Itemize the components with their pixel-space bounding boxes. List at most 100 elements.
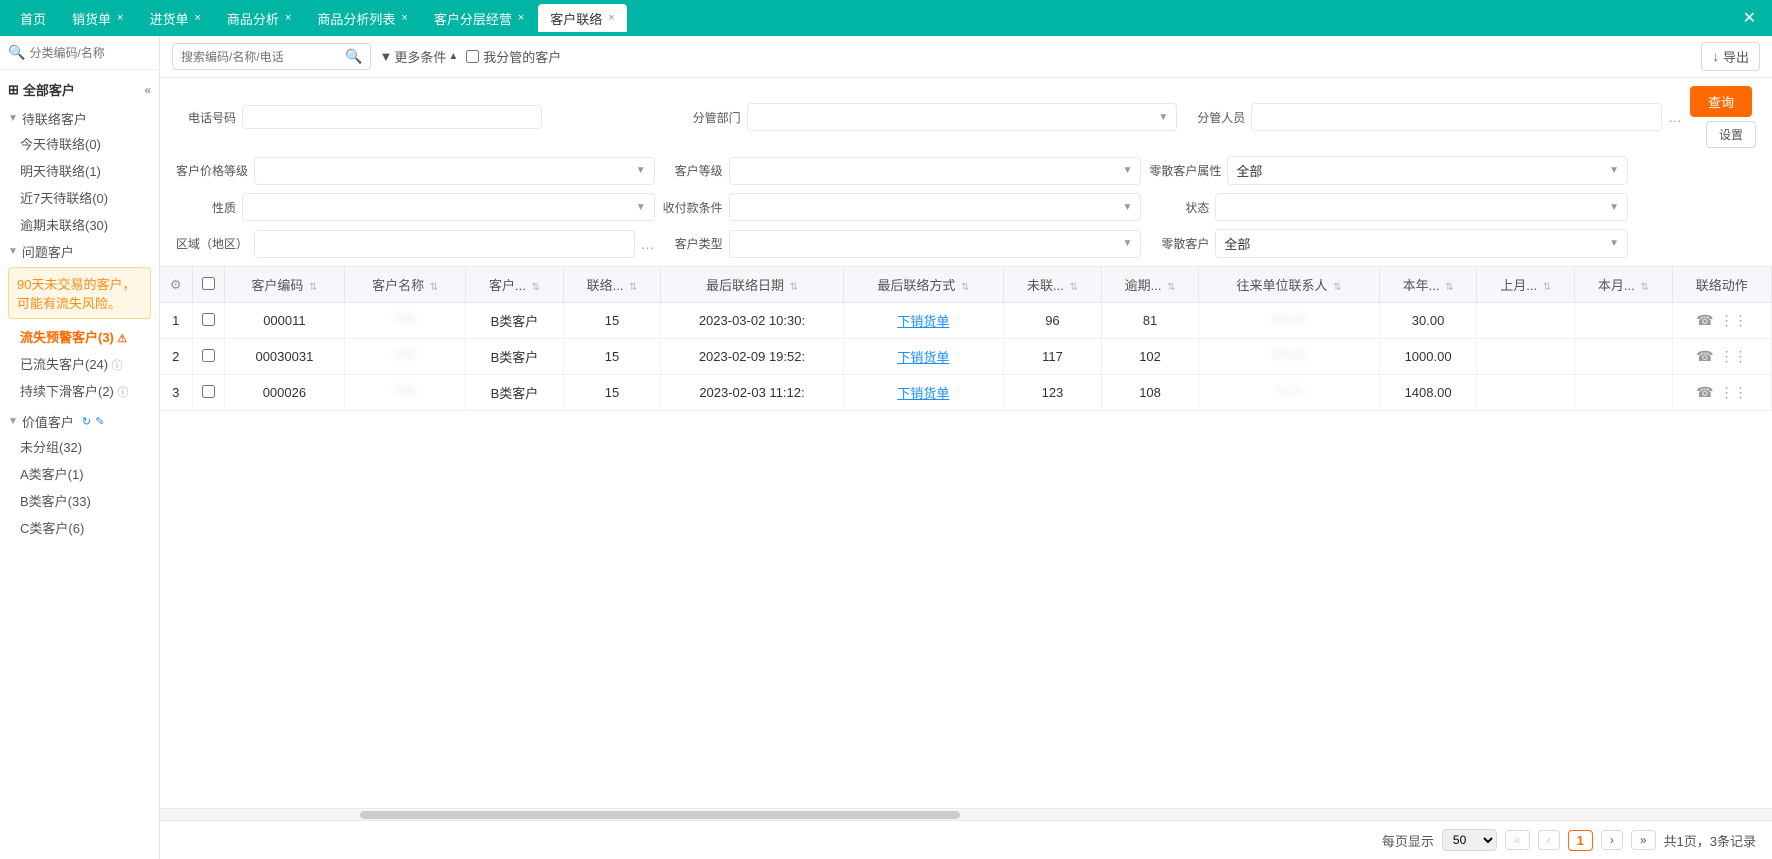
close-icon[interactable]: × — [194, 12, 200, 24]
sidebar-group-value[interactable]: ▼ 价值客户 ↻ ✎ — [0, 408, 159, 433]
sidebar-item-class-a[interactable]: A类客户(1) — [0, 460, 159, 487]
more-conditions-button[interactable]: ▼ 更多条件 ▲ — [379, 47, 458, 66]
row-last-method[interactable]: 下销货单 — [843, 339, 1004, 375]
refresh-icon[interactable]: ↻ — [82, 415, 91, 428]
sidebar-all-customers[interactable]: ⊞ 全部客户 « — [0, 74, 159, 105]
status-select[interactable]: ▼ — [1215, 193, 1628, 221]
next-page-button[interactable]: › — [1601, 830, 1623, 850]
payment-select[interactable]: ▼ — [729, 193, 1142, 221]
row-checkbox[interactable] — [192, 339, 224, 375]
first-page-button[interactable]: « — [1505, 830, 1530, 850]
tab-sales[interactable]: 销货单 × — [60, 4, 135, 32]
export-button[interactable]: ↓ 导出 — [1701, 42, 1760, 71]
sort-icon[interactable]: ⇅ — [1445, 282, 1453, 293]
contact-icon[interactable]: ☎ — [1696, 312, 1713, 329]
row-checkbox[interactable] — [192, 303, 224, 339]
sidebar-item-7days-pending[interactable]: 近7天待联络(0) — [0, 184, 159, 211]
close-icon[interactable]: × — [117, 12, 123, 24]
close-icon[interactable]: × — [608, 12, 614, 24]
sort-icon[interactable]: ⇅ — [1069, 282, 1077, 293]
collapse-all-icon[interactable]: « — [144, 83, 151, 97]
customer-type-select[interactable]: ▼ — [729, 230, 1142, 258]
risk-tooltip: 90天未交易的客户，可能有流失风险。 — [8, 267, 151, 319]
zero-retail-attr-select[interactable]: 全部▼ — [1227, 156, 1628, 185]
sidebar-group-pending[interactable]: ▼ 待联络客户 — [0, 105, 159, 130]
row-last-method[interactable]: 下销货单 — [843, 375, 1004, 411]
more-actions-icon[interactable]: ⋮⋮ — [1720, 348, 1748, 365]
sort-icon[interactable]: ⇅ — [790, 282, 798, 293]
last-page-button[interactable]: » — [1631, 830, 1656, 850]
sidebar-item-churned[interactable]: 已流失客户(24) ⓘ — [0, 350, 159, 377]
search-icon[interactable]: 🔍 — [345, 48, 362, 65]
sort-icon[interactable]: ⇅ — [1333, 282, 1341, 293]
manager-select[interactable] — [1251, 103, 1662, 131]
nature-label: 性质 — [176, 199, 236, 216]
sidebar-item-declining[interactable]: 持续下滑客户(2) ⓘ — [0, 377, 159, 404]
sidebar-item-ungroup[interactable]: 未分组(32) — [0, 433, 159, 460]
close-icon[interactable]: × — [518, 12, 524, 24]
dept-select[interactable]: ▼ — [747, 103, 1178, 131]
tab-customer-contact[interactable]: 客户联络 × — [538, 4, 626, 32]
payment-field: 收付款条件 ▼ — [663, 193, 1142, 221]
last-method-col-header: 最后联络方式 ⇅ — [843, 267, 1004, 303]
row-code: 000026 — [224, 375, 345, 411]
more-icon[interactable]: … — [641, 236, 655, 252]
tab-home[interactable]: 首页 — [8, 4, 58, 32]
sidebar-search-input[interactable] — [29, 46, 160, 60]
name-col-header: 客户名称 ⇅ — [345, 267, 466, 303]
sidebar-item-class-c[interactable]: C类客户(6) — [0, 514, 159, 541]
region-select[interactable] — [254, 230, 635, 258]
settings-button[interactable]: 设置 — [1706, 121, 1756, 148]
row-no: 2 — [160, 339, 192, 375]
sidebar-item-overdue-pending[interactable]: 逾期未联络(30) — [0, 211, 159, 238]
edit-icon[interactable]: ✎ — [95, 415, 104, 428]
last-date-col-header: 最后联络日期 ⇅ — [661, 267, 843, 303]
sidebar-item-today-pending[interactable]: 今天待联络(0) — [0, 130, 159, 157]
checkbox-col-header[interactable] — [192, 267, 224, 303]
contact-icon[interactable]: ☎ — [1696, 384, 1713, 401]
sidebar-item-churn-warning[interactable]: 流失预警客户(3) ⚠ — [0, 323, 159, 350]
more-icon[interactable]: … — [1668, 109, 1682, 125]
select-all-checkbox[interactable] — [202, 277, 215, 290]
nature-select[interactable]: ▼ — [242, 193, 655, 221]
tab-purchase[interactable]: 进货单 × — [137, 4, 212, 32]
contact-person-col-header: 往来单位联系人 ⇅ — [1199, 267, 1379, 303]
sort-icon[interactable]: ⇅ — [1640, 282, 1648, 293]
contact-icon[interactable]: ☎ — [1696, 348, 1713, 365]
tab-goods-analysis-list[interactable]: 商品分析列表 × — [305, 4, 419, 32]
total-info: 共1页，3条记录 — [1664, 831, 1756, 850]
search-input[interactable] — [181, 50, 341, 64]
sort-icon[interactable]: ⇅ — [531, 282, 539, 293]
my-customers-checkbox[interactable] — [466, 50, 479, 63]
sort-icon[interactable]: ⇅ — [1543, 282, 1551, 293]
phone-input[interactable] — [242, 105, 542, 129]
zero-retail-select[interactable]: 全部▼ — [1215, 229, 1628, 258]
prev-page-button[interactable]: ‹ — [1538, 830, 1560, 850]
sidebar-group-problem[interactable]: ▼ 问题客户 — [0, 238, 159, 263]
tab-goods-analysis[interactable]: 商品分析 × — [215, 4, 303, 32]
more-actions-icon[interactable]: ⋮⋮ — [1720, 384, 1748, 401]
sort-icon[interactable]: ⇅ — [1167, 282, 1175, 293]
customer-grade-select[interactable]: ▼ — [729, 157, 1142, 185]
sort-icon[interactable]: ⇅ — [629, 282, 637, 293]
price-grade-select[interactable]: ▼ — [254, 157, 655, 185]
close-icon[interactable]: × — [401, 12, 407, 24]
row-last-method[interactable]: 下销货单 — [843, 303, 1004, 339]
window-close-button[interactable]: ✕ — [1735, 8, 1764, 28]
sort-icon[interactable]: ⇅ — [430, 282, 438, 293]
close-icon[interactable]: × — [285, 12, 291, 24]
page-size-select[interactable]: 50 100 200 — [1442, 829, 1497, 851]
sidebar-item-tomorrow-pending[interactable]: 明天待联络(1) — [0, 157, 159, 184]
gear-icon[interactable]: ⚙ — [170, 277, 182, 292]
query-button[interactable]: 查询 — [1690, 86, 1752, 117]
sort-icon[interactable]: ⇅ — [961, 282, 969, 293]
more-actions-icon[interactable]: ⋮⋮ — [1720, 312, 1748, 329]
horizontal-scrollbar[interactable] — [160, 808, 1772, 820]
row-checkbox[interactable] — [192, 375, 224, 411]
tab-customer-layer[interactable]: 客户分层经营 × — [422, 4, 536, 32]
scrollbar-thumb[interactable] — [360, 811, 960, 819]
settings-col-header[interactable]: ⚙ — [160, 267, 192, 303]
sort-icon[interactable]: ⇅ — [309, 282, 317, 293]
my-customers-checkbox-label[interactable]: 我分管的客户 — [466, 47, 561, 66]
sidebar-item-class-b[interactable]: B类客户(33) — [0, 487, 159, 514]
